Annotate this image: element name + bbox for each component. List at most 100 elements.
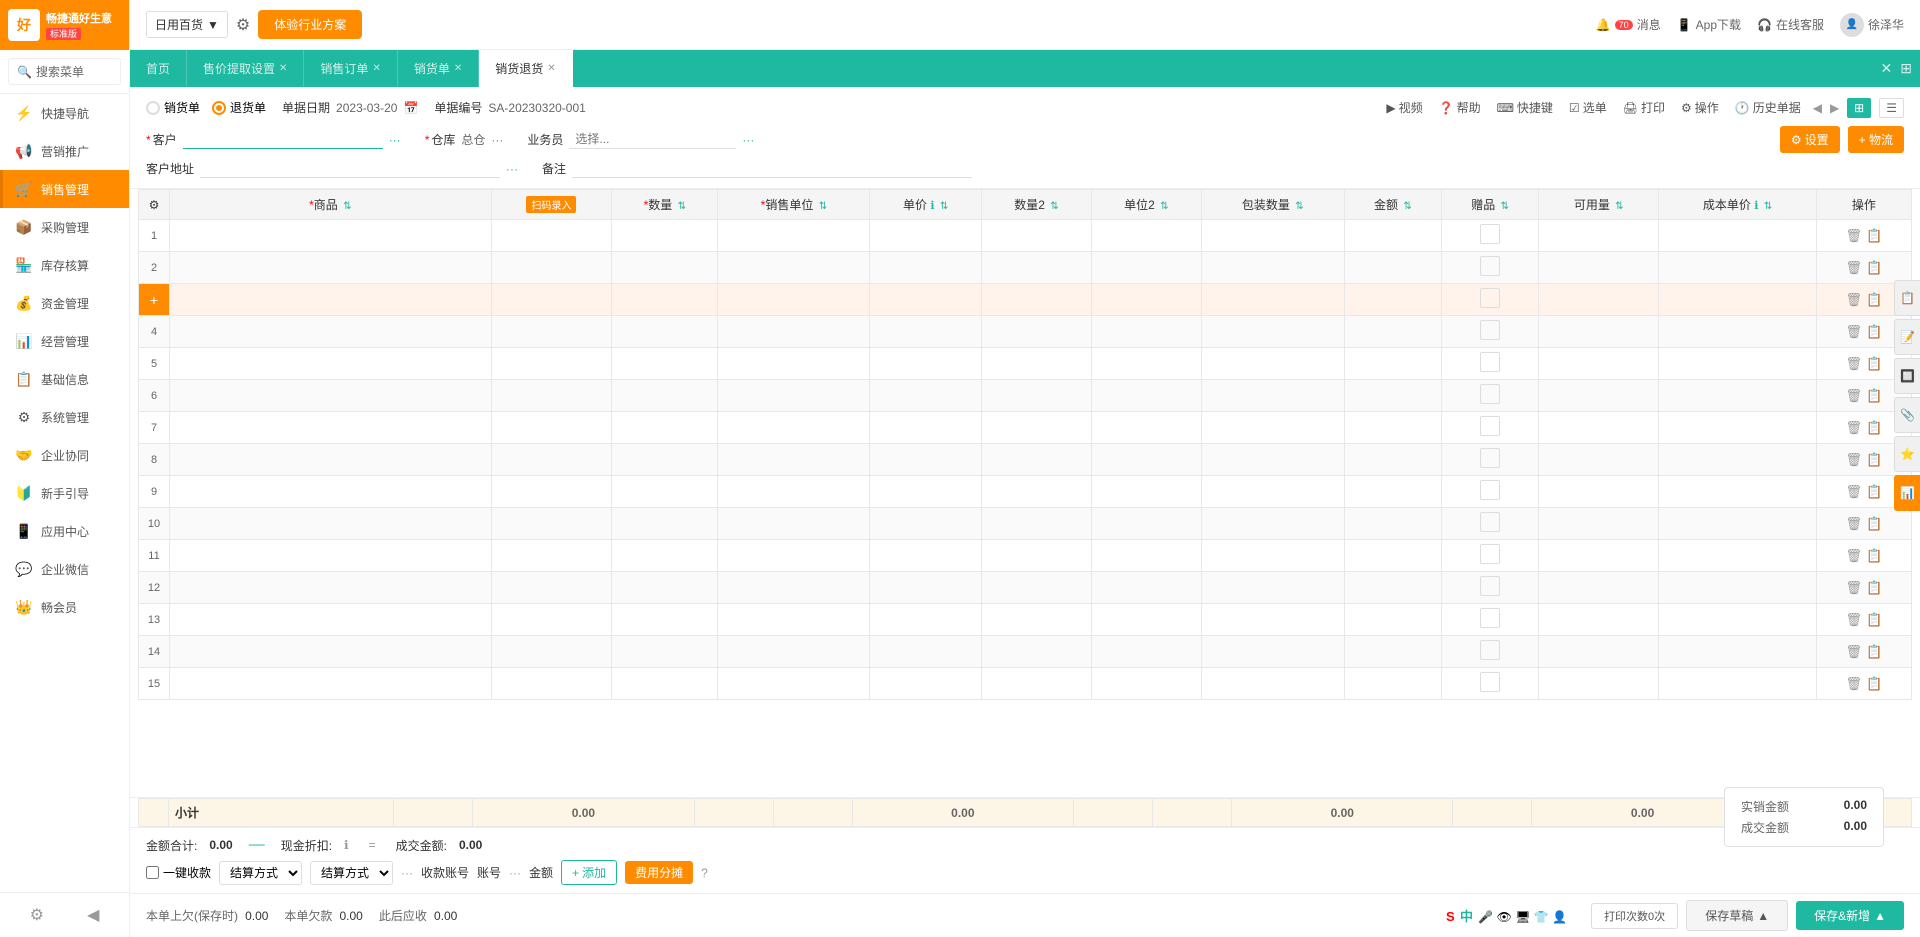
- sort-pack-icon[interactable]: ⇅: [1295, 201, 1303, 212]
- copy-row-icon[interactable]: 📋: [1866, 260, 1882, 276]
- grid-view-btn[interactable]: ⊞: [1847, 98, 1871, 118]
- copy-row-icon[interactable]: 📋: [1866, 612, 1882, 628]
- sidebar-item-purchase[interactable]: 📦 采购管理: [0, 208, 129, 246]
- right-panel-item-4[interactable]: 📎: [1894, 397, 1920, 433]
- gift-checkbox[interactable]: [1480, 352, 1500, 372]
- delete-row-icon[interactable]: 🗑: [1846, 420, 1863, 436]
- sidebar-item-finance[interactable]: 💰 资金管理: [0, 284, 129, 322]
- delete-row-icon[interactable]: 🗑: [1846, 612, 1863, 628]
- add-row-btn[interactable]: +: [145, 291, 163, 309]
- account-dots2[interactable]: ···: [509, 866, 521, 880]
- delete-row-icon[interactable]: 🗑: [1846, 516, 1863, 532]
- tab-sales-order[interactable]: 销售订单 ✕: [304, 50, 397, 87]
- sidebar-item-member[interactable]: 👑 畅会员: [0, 588, 129, 626]
- copy-row-icon[interactable]: 📋: [1866, 324, 1882, 340]
- unit-price-info-icon[interactable]: ℹ: [930, 200, 934, 212]
- sidebar-item-enterprise-wechat[interactable]: 💬 企业微信: [0, 550, 129, 588]
- add-payment-btn[interactable]: + 添加: [561, 860, 617, 885]
- industry-selector[interactable]: 日用百货 ▼: [146, 11, 228, 38]
- print-count-btn[interactable]: 打印次数0次: [1591, 903, 1678, 929]
- history-next-icon[interactable]: ▶: [1830, 101, 1839, 115]
- calendar-icon[interactable]: 📅: [403, 101, 418, 115]
- copy-row-icon[interactable]: 📋: [1866, 676, 1882, 692]
- sort-avail-icon[interactable]: ⇅: [1615, 201, 1623, 212]
- fee-help-icon[interactable]: ?: [701, 866, 708, 880]
- notification-bell[interactable]: 🔔 70 消息: [1596, 16, 1661, 33]
- right-panel-item-3[interactable]: 🔲: [1894, 358, 1920, 394]
- sidebar-item-system[interactable]: ⚙ 系统管理: [0, 398, 129, 436]
- sidebar-item-quick-nav[interactable]: ⚡ 快捷导航: [0, 94, 129, 132]
- gift-checkbox[interactable]: [1480, 448, 1500, 468]
- copy-row-icon[interactable]: 📋: [1866, 388, 1882, 404]
- copy-row-icon[interactable]: 📋: [1866, 228, 1882, 244]
- calc-method-select[interactable]: 结算方式: [310, 861, 393, 885]
- right-panel-item-5[interactable]: ⭐: [1894, 436, 1920, 472]
- gift-checkbox[interactable]: [1480, 672, 1500, 692]
- settings-btn[interactable]: ⚙ 设置: [1780, 126, 1840, 153]
- collapse-icon[interactable]: ◀: [83, 901, 103, 929]
- sort-cost-icon[interactable]: ⇅: [1764, 201, 1772, 212]
- tab-close-sales[interactable]: ✕: [454, 63, 462, 74]
- history-prev-icon[interactable]: ◀: [1813, 101, 1822, 115]
- app-download-link[interactable]: 📱 App下载: [1677, 16, 1741, 33]
- sidebar-item-app-center[interactable]: 📱 应用中心: [0, 512, 129, 550]
- gift-checkbox[interactable]: [1480, 384, 1500, 404]
- right-panel-item-1[interactable]: 📋: [1894, 280, 1920, 316]
- search-menu-button[interactable]: 🔍 搜索菜单: [8, 58, 121, 85]
- tab-home[interactable]: 首页: [130, 50, 187, 87]
- settings-gear-icon[interactable]: ⚙: [236, 15, 250, 35]
- save-new-btn[interactable]: 保存&新增 ▲: [1796, 901, 1904, 930]
- logistics-btn[interactable]: + 物流: [1848, 126, 1904, 153]
- delete-row-icon[interactable]: 🗑: [1846, 644, 1863, 660]
- help-btn[interactable]: ❓ 帮助: [1435, 97, 1485, 118]
- save-draft-btn[interactable]: 保存草稿 ▲: [1686, 900, 1788, 931]
- copy-row-icon[interactable]: 📋: [1866, 292, 1882, 308]
- delete-row-icon[interactable]: 🗑: [1846, 580, 1863, 596]
- gift-checkbox[interactable]: [1480, 608, 1500, 628]
- sort-amount-icon[interactable]: ⇅: [1403, 201, 1411, 212]
- sidebar-item-guide[interactable]: 🔰 新手引导: [0, 474, 129, 512]
- fee-split-btn[interactable]: 费用分摊: [625, 861, 693, 884]
- sort-unit2-icon[interactable]: ⇅: [1160, 201, 1168, 212]
- delete-row-icon[interactable]: 🗑: [1846, 356, 1863, 372]
- copy-row-icon[interactable]: 📋: [1866, 484, 1882, 500]
- right-panel-item-6[interactable]: 📊: [1894, 475, 1920, 511]
- sidebar-item-marketing[interactable]: 📢 营销推广: [0, 132, 129, 170]
- copy-row-icon[interactable]: 📋: [1866, 516, 1882, 532]
- copy-row-icon[interactable]: 📋: [1866, 548, 1882, 564]
- settings-bottom-icon[interactable]: ⚙: [26, 901, 48, 929]
- tab-close-all-icon[interactable]: ✕: [1881, 60, 1893, 77]
- sort-price-icon[interactable]: ⇅: [940, 201, 948, 212]
- delete-row-icon[interactable]: 🗑: [1846, 324, 1863, 340]
- tab-sales-return[interactable]: 销货退货 ✕: [479, 50, 572, 87]
- delete-row-icon[interactable]: 🗑: [1846, 452, 1863, 468]
- sort-qty2-icon[interactable]: ⇅: [1050, 201, 1058, 212]
- gift-checkbox[interactable]: [1480, 640, 1500, 660]
- delete-row-icon[interactable]: 🗑: [1846, 260, 1863, 276]
- print-btn[interactable]: 🖨 打印: [1619, 97, 1669, 118]
- gift-checkbox[interactable]: [1480, 256, 1500, 276]
- gift-checkbox[interactable]: [1480, 416, 1500, 436]
- address-input[interactable]: [200, 159, 500, 178]
- delete-row-icon[interactable]: 🗑: [1846, 676, 1863, 692]
- sidebar-item-sales[interactable]: 🛒 销售管理: [0, 170, 129, 208]
- right-panel-item-2[interactable]: 📝: [1894, 319, 1920, 355]
- copy-row-icon[interactable]: 📋: [1866, 580, 1882, 596]
- tab-close-sales-return[interactable]: ✕: [547, 63, 555, 74]
- shortcut-btn[interactable]: ⌨ 快捷键: [1493, 97, 1557, 118]
- one-click-checkbox-input[interactable]: [146, 866, 159, 879]
- scan-input-btn[interactable]: 扫码录入: [526, 196, 576, 213]
- gift-checkbox[interactable]: [1480, 576, 1500, 596]
- tab-price-extraction[interactable]: 售价提取设置 ✕: [187, 50, 304, 87]
- th-gear[interactable]: ⚙: [139, 190, 170, 220]
- discount-help-icon[interactable]: ℹ: [344, 838, 349, 852]
- sort-unit-icon[interactable]: ⇅: [819, 201, 827, 212]
- sidebar-item-operations[interactable]: 📊 经营管理: [0, 322, 129, 360]
- product-input[interactable]: [176, 293, 485, 307]
- experience-btn[interactable]: 体验行业方案: [258, 10, 362, 39]
- gift-checkbox[interactable]: [1480, 320, 1500, 340]
- delete-row-icon[interactable]: 🗑: [1846, 484, 1863, 500]
- tab-sales[interactable]: 销货单 ✕: [398, 50, 479, 87]
- select-btn[interactable]: ☑ 选单: [1565, 97, 1611, 118]
- customer-select-dots[interactable]: ···: [389, 133, 401, 147]
